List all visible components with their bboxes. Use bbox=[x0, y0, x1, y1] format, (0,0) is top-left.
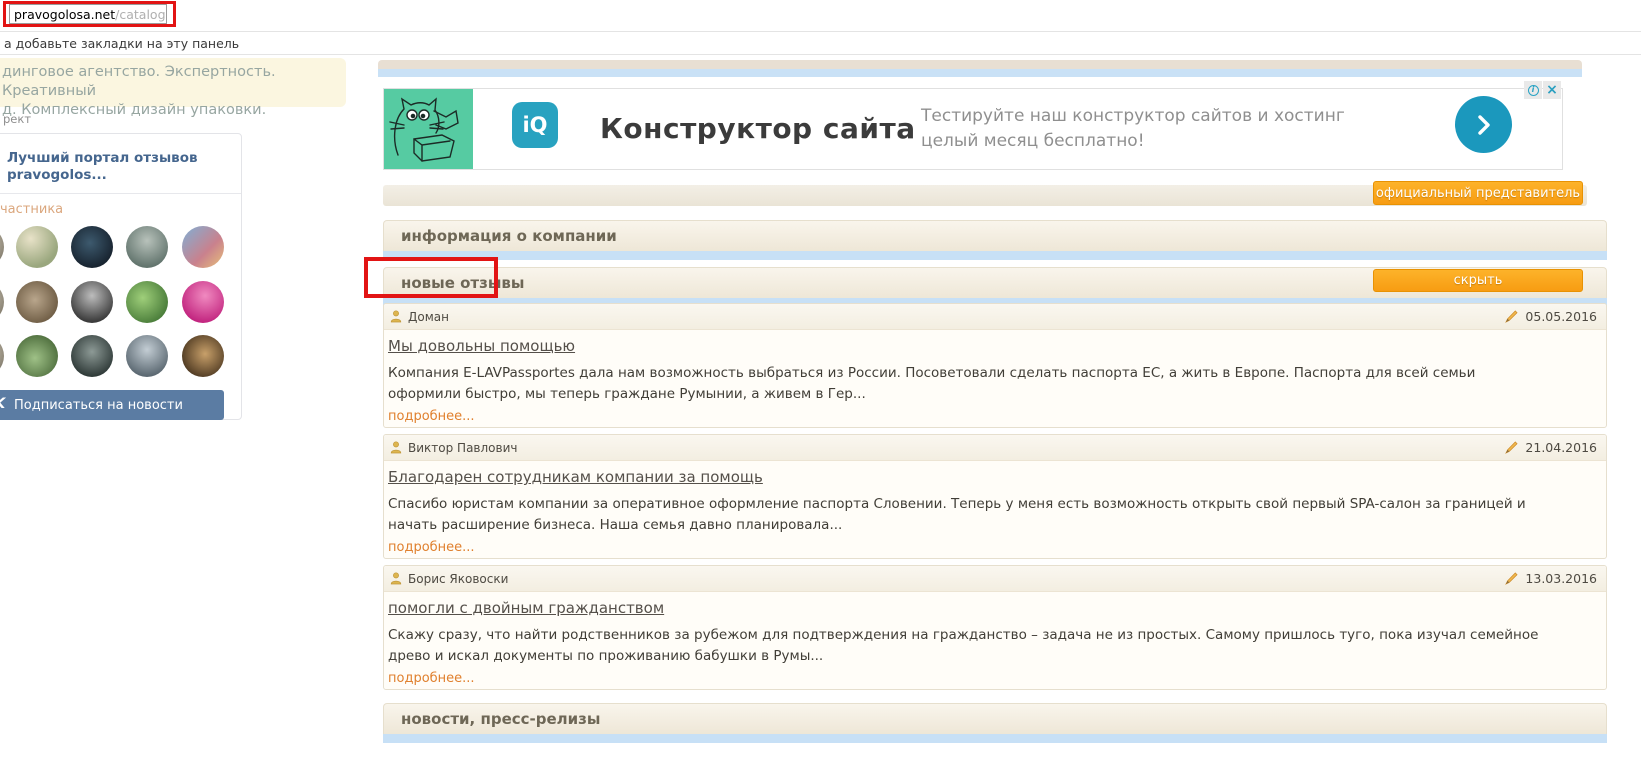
section-header-company-info[interactable]: информация о компании bbox=[383, 220, 1607, 260]
review-body: Компания E-LAVPassportes дала нам возмож… bbox=[388, 365, 1476, 402]
review-body: Скажу сразу, что найти родственников за … bbox=[388, 627, 1539, 664]
review-header: Доман 05.05.2016 bbox=[384, 304, 1606, 330]
review-author: Доман bbox=[408, 309, 449, 324]
section-header-new-reviews[interactable]: новые отзывы скрыть bbox=[383, 267, 1607, 307]
reviews-list: Доман 05.05.2016 Мы довольны помощью Ком… bbox=[383, 303, 1607, 696]
user-icon bbox=[390, 572, 402, 585]
ad-arrow-button[interactable] bbox=[1455, 96, 1512, 153]
chevron-right-icon bbox=[1477, 114, 1490, 135]
text-ad-line2: д. Комплексный дизайн упаковки. bbox=[2, 102, 267, 118]
avatar[interactable] bbox=[182, 281, 224, 323]
review-card: Борис Яковоски 13.03.2016 помогли с двой… bbox=[383, 565, 1607, 690]
review-header: Виктор Павлович 21.04.2016 bbox=[384, 435, 1606, 461]
vk-members-count: частника bbox=[0, 202, 64, 217]
collapsed-section-bar bbox=[378, 60, 1582, 77]
user-icon bbox=[390, 310, 402, 323]
review-body: Спасибо юристам компании за оперативное … bbox=[388, 496, 1526, 533]
review-date: 21.04.2016 bbox=[1525, 440, 1597, 455]
text-ad-block[interactable]: динговое агентство. Экспертность. Креати… bbox=[0, 58, 346, 118]
annotation-box-new-reviews bbox=[364, 257, 498, 298]
avatar[interactable] bbox=[126, 281, 168, 323]
review-card: Виктор Павлович 21.04.2016 Благодарен со… bbox=[383, 434, 1607, 559]
vk-subscribe-label: Подписаться на новости bbox=[14, 397, 183, 413]
section-title: новости, пресс-релизы bbox=[401, 710, 601, 728]
annotation-box-url bbox=[3, 1, 176, 27]
ad-close-icon[interactable]: × bbox=[1543, 81, 1561, 99]
ad-banner-image bbox=[384, 89, 473, 169]
ad-info-icon[interactable]: i bbox=[1524, 81, 1542, 99]
section-header-news[interactable]: новости, пресс-релизы bbox=[383, 703, 1607, 743]
vk-widget-title-link[interactable]: Лучший портал отзывов pravogolos... bbox=[7, 150, 239, 184]
avatar[interactable] bbox=[71, 226, 113, 268]
hide-button[interactable]: скрыть bbox=[1373, 269, 1583, 292]
pencil-icon bbox=[1505, 441, 1518, 454]
avatar[interactable] bbox=[16, 226, 58, 268]
review-header: Борис Яковоски 13.03.2016 bbox=[384, 566, 1606, 592]
pencil-icon bbox=[1505, 310, 1518, 323]
review-title-link[interactable]: Благодарен сотрудникам компании за помощ… bbox=[388, 468, 763, 486]
main-content: iQ Конструктор сайта Тестируйте наш конс… bbox=[378, 0, 1607, 765]
review-title-link[interactable]: Мы довольны помощью bbox=[388, 337, 575, 355]
review-more-link[interactable]: подробнее... bbox=[388, 409, 1594, 424]
section-title: информация о компании bbox=[401, 227, 617, 245]
ad-banner-title: Конструктор сайта bbox=[600, 112, 916, 145]
iq-logo: iQ bbox=[512, 102, 558, 148]
review-title-link[interactable]: помогли с двойным гражданством bbox=[388, 599, 664, 617]
review-author: Виктор Павлович bbox=[408, 440, 518, 455]
ad-provider-label: рект bbox=[3, 112, 32, 126]
avatar[interactable] bbox=[71, 281, 113, 323]
vk-widget-divider bbox=[0, 193, 241, 194]
cat-drawing-icon bbox=[389, 97, 459, 162]
avatar[interactable] bbox=[182, 226, 224, 268]
text-ad-line1: динговое агентство. Экспертность. Креати… bbox=[2, 64, 276, 99]
avatar[interactable] bbox=[16, 335, 58, 377]
pencil-icon bbox=[1505, 572, 1518, 585]
review-more-link[interactable]: подробнее... bbox=[388, 540, 1594, 555]
avatar[interactable] bbox=[126, 335, 168, 377]
avatar[interactable] bbox=[16, 281, 58, 323]
section-stripe bbox=[383, 734, 1607, 743]
bookmarks-bar-hint: а добавьте закладки на эту панель bbox=[4, 36, 240, 51]
user-icon bbox=[390, 441, 402, 454]
review-date: 05.05.2016 bbox=[1525, 309, 1597, 324]
avatar[interactable] bbox=[126, 226, 168, 268]
avatar[interactable] bbox=[182, 335, 224, 377]
review-date: 13.03.2016 bbox=[1525, 571, 1597, 586]
review-author: Борис Яковоски bbox=[408, 571, 509, 586]
vk-subscribe-button[interactable]: VK Подписаться на новости bbox=[0, 390, 224, 420]
ad-banner[interactable]: iQ Конструктор сайта Тестируйте наш конс… bbox=[383, 81, 1563, 170]
vk-logo-icon: VK bbox=[0, 396, 5, 412]
review-card: Доман 05.05.2016 Мы довольны помощью Ком… bbox=[383, 303, 1607, 428]
section-stripe bbox=[383, 251, 1607, 260]
avatar[interactable] bbox=[71, 335, 113, 377]
official-rep-button[interactable]: официальный представитель bbox=[1373, 181, 1583, 205]
ad-banner-description: Тестируйте наш конструктор сайтов и хост… bbox=[921, 106, 1345, 151]
review-more-link[interactable]: подробнее... bbox=[388, 671, 1594, 686]
